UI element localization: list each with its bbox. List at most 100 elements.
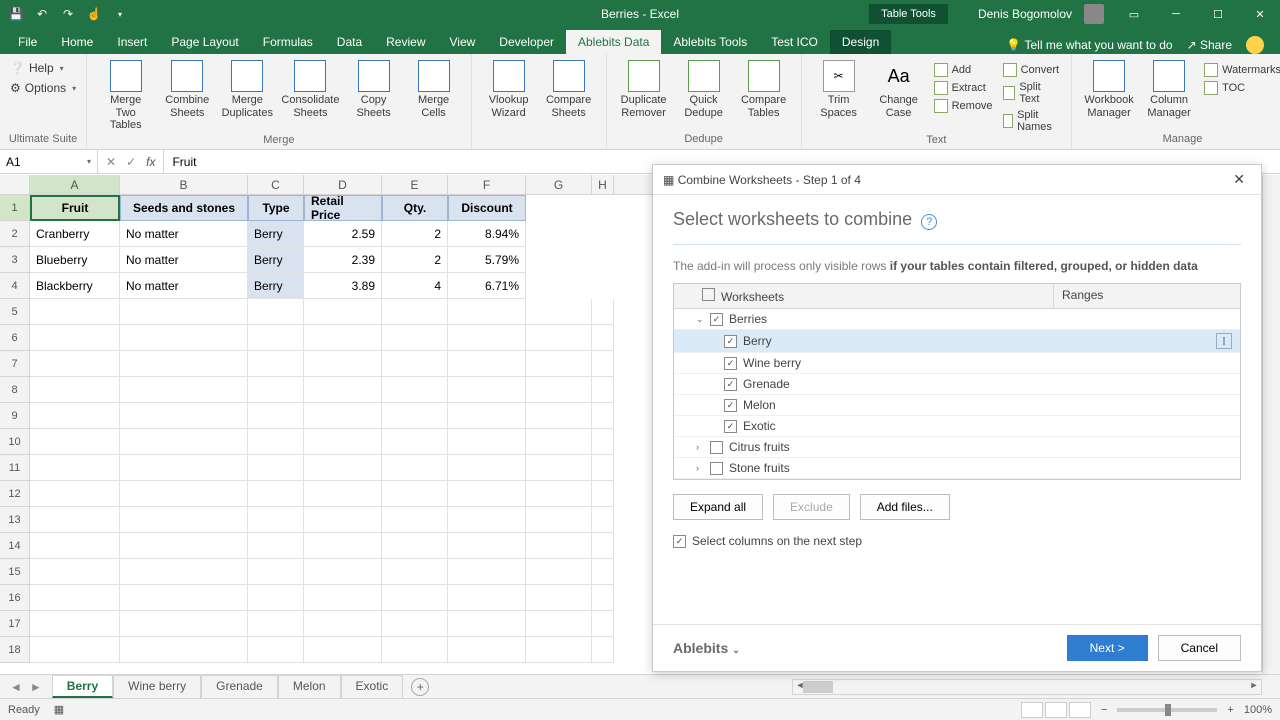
tree-sheet-row[interactable]: Wine berry bbox=[674, 353, 1240, 374]
view-normal-icon[interactable] bbox=[1021, 702, 1043, 718]
empty-cell[interactable] bbox=[382, 351, 448, 377]
tree-workbook-row[interactable]: ⌄ Berries bbox=[674, 309, 1240, 330]
empty-cell[interactable] bbox=[120, 351, 248, 377]
header-cell[interactable]: Retail Price bbox=[304, 195, 382, 221]
data-cell[interactable]: No matter bbox=[120, 273, 248, 299]
col-header-A[interactable]: A bbox=[30, 175, 120, 194]
empty-cell[interactable] bbox=[592, 559, 614, 585]
empty-cell[interactable] bbox=[448, 637, 526, 663]
empty-cell[interactable] bbox=[248, 429, 304, 455]
empty-cell[interactable] bbox=[382, 299, 448, 325]
data-cell[interactable]: 8.94% bbox=[448, 221, 526, 247]
empty-cell[interactable] bbox=[526, 299, 592, 325]
row-header-11[interactable]: 11 bbox=[0, 455, 30, 481]
empty-cell[interactable] bbox=[526, 585, 592, 611]
empty-cell[interactable] bbox=[526, 611, 592, 637]
tab-formulas[interactable]: Formulas bbox=[251, 30, 325, 54]
text-remove[interactable]: Remove bbox=[930, 98, 997, 114]
row-header-9[interactable]: 9 bbox=[0, 403, 30, 429]
tell-me[interactable]: 💡 Tell me what you want to do bbox=[1006, 38, 1172, 52]
empty-cell[interactable] bbox=[448, 559, 526, 585]
empty-cell[interactable] bbox=[30, 403, 120, 429]
empty-cell[interactable] bbox=[30, 325, 120, 351]
checkbox[interactable] bbox=[710, 441, 723, 454]
empty-cell[interactable] bbox=[382, 325, 448, 351]
data-cell[interactable]: No matter bbox=[120, 221, 248, 247]
merge-item-5[interactable]: Merge Cells bbox=[405, 58, 463, 134]
undo-icon[interactable]: ↶ bbox=[34, 6, 50, 22]
ablebits-menu[interactable]: Ablebits⌄ bbox=[673, 640, 740, 656]
empty-cell[interactable] bbox=[592, 481, 614, 507]
empty-cell[interactable] bbox=[248, 637, 304, 663]
empty-cell[interactable] bbox=[248, 351, 304, 377]
empty-cell[interactable] bbox=[304, 507, 382, 533]
tab-page-layout[interactable]: Page Layout bbox=[159, 30, 250, 54]
data-cell[interactable]: 2 bbox=[382, 247, 448, 273]
col-header-H[interactable]: H bbox=[592, 175, 614, 194]
tab-ablebits-data[interactable]: Ablebits Data bbox=[566, 30, 661, 54]
data-cell[interactable]: Berry bbox=[248, 273, 304, 299]
empty-cell[interactable] bbox=[448, 455, 526, 481]
row-header-15[interactable]: 15 bbox=[0, 559, 30, 585]
merge-item-0[interactable]: Merge Two Tables bbox=[95, 58, 156, 134]
tab-home[interactable]: Home bbox=[49, 30, 105, 54]
col-header-E[interactable]: E bbox=[382, 175, 448, 194]
vertical-scrollbar[interactable] bbox=[1262, 175, 1280, 674]
empty-cell[interactable] bbox=[448, 507, 526, 533]
empty-cell[interactable] bbox=[248, 403, 304, 429]
empty-cell[interactable] bbox=[30, 299, 120, 325]
close-icon[interactable]: ✕ bbox=[1240, 0, 1280, 28]
tab-file[interactable]: File bbox=[6, 30, 49, 54]
empty-cell[interactable] bbox=[382, 455, 448, 481]
empty-cell[interactable] bbox=[120, 299, 248, 325]
empty-cell[interactable] bbox=[120, 611, 248, 637]
row-header-3[interactable]: 3 bbox=[0, 247, 30, 273]
horizontal-scrollbar[interactable]: ◄ ► bbox=[792, 679, 1262, 695]
share-button[interactable]: ↗ Share bbox=[1187, 38, 1232, 52]
data-cell[interactable]: No matter bbox=[120, 247, 248, 273]
data-cell[interactable]: 6.71% bbox=[448, 273, 526, 299]
merge-item-4[interactable]: Copy Sheets bbox=[345, 58, 403, 134]
empty-cell[interactable] bbox=[120, 377, 248, 403]
empty-cell[interactable] bbox=[304, 481, 382, 507]
empty-cell[interactable] bbox=[120, 637, 248, 663]
empty-cell[interactable] bbox=[30, 611, 120, 637]
col-header-D[interactable]: D bbox=[304, 175, 382, 194]
col-header-C[interactable]: C bbox=[248, 175, 304, 194]
empty-cell[interactable] bbox=[30, 481, 120, 507]
header-cell[interactable]: Fruit bbox=[30, 195, 120, 221]
empty-cell[interactable] bbox=[120, 403, 248, 429]
tab-review[interactable]: Review bbox=[374, 30, 437, 54]
cancel-button[interactable]: Cancel bbox=[1158, 635, 1241, 661]
text-split-names[interactable]: Split Names bbox=[999, 108, 1064, 134]
text-split-text[interactable]: Split Text bbox=[999, 80, 1064, 106]
minimize-icon[interactable]: ─ bbox=[1156, 0, 1196, 28]
empty-cell[interactable] bbox=[120, 429, 248, 455]
compare-sheets-button[interactable]: Compare Sheets bbox=[540, 58, 598, 121]
chevron-down-icon[interactable]: ▾ bbox=[87, 157, 91, 166]
empty-cell[interactable] bbox=[382, 377, 448, 403]
col-header-G[interactable]: G bbox=[526, 175, 592, 194]
empty-cell[interactable] bbox=[248, 299, 304, 325]
data-cell[interactable]: Cranberry bbox=[30, 221, 120, 247]
tree-workbook-row[interactable]: ›Citrus fruits bbox=[674, 437, 1240, 458]
range-picker-icon[interactable]: ⫿ bbox=[1216, 333, 1232, 349]
empty-cell[interactable] bbox=[382, 637, 448, 663]
checkbox[interactable] bbox=[673, 535, 686, 548]
empty-cell[interactable] bbox=[248, 559, 304, 585]
exclude-button[interactable]: Exclude bbox=[773, 494, 850, 520]
empty-cell[interactable] bbox=[592, 533, 614, 559]
empty-cell[interactable] bbox=[448, 585, 526, 611]
empty-cell[interactable] bbox=[304, 325, 382, 351]
empty-cell[interactable] bbox=[448, 299, 526, 325]
row-header-1[interactable]: 1 bbox=[0, 195, 30, 221]
empty-cell[interactable] bbox=[448, 325, 526, 351]
scroll-thumb[interactable] bbox=[803, 681, 833, 693]
checkbox[interactable] bbox=[710, 462, 723, 475]
nav-prev-icon[interactable]: ◄ bbox=[10, 680, 22, 694]
row-header-17[interactable]: 17 bbox=[0, 611, 30, 637]
empty-cell[interactable] bbox=[30, 637, 120, 663]
empty-cell[interactable] bbox=[120, 325, 248, 351]
row-header-7[interactable]: 7 bbox=[0, 351, 30, 377]
tree-sheet-row[interactable]: Melon bbox=[674, 395, 1240, 416]
